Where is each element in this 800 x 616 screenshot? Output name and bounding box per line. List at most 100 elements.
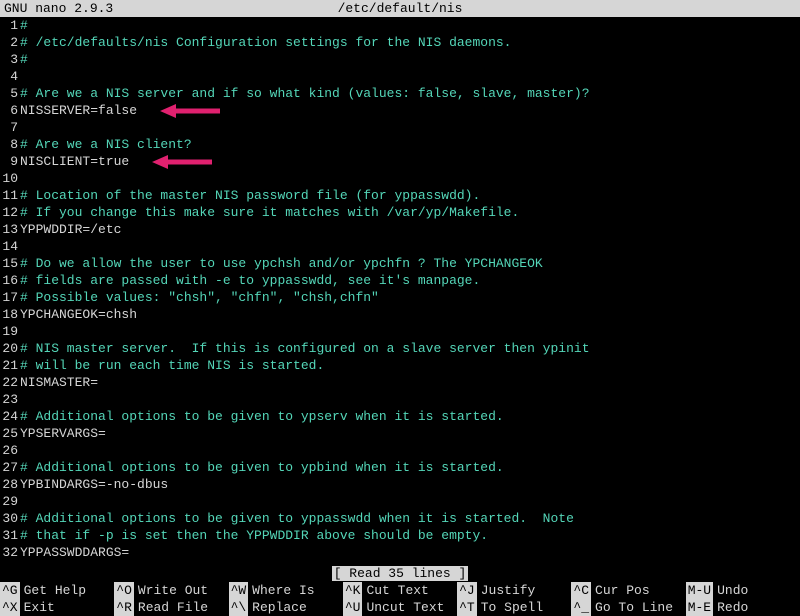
line-number: 26 xyxy=(0,442,18,459)
code-line[interactable]: # xyxy=(20,51,800,68)
line-number: 11 xyxy=(0,187,18,204)
code-line[interactable]: # /etc/defaults/nis Configuration settin… xyxy=(20,34,800,51)
code-line[interactable]: # Additional options to be given to ypse… xyxy=(20,408,800,425)
shortcut-label: Get Help xyxy=(24,582,86,599)
code-line[interactable]: # that if -p is set then the YPPWDDIR ab… xyxy=(20,527,800,544)
shortcut-label: To Spell xyxy=(481,599,543,616)
shortcut-item[interactable]: ^UUncut Text xyxy=(343,599,457,616)
line-number: 1 xyxy=(0,17,18,34)
line-number: 6 xyxy=(0,102,18,119)
title-right xyxy=(535,0,796,17)
shortcut-item[interactable]: M-UUndo xyxy=(686,582,800,599)
code-line[interactable] xyxy=(20,238,800,255)
code-line[interactable]: YPPWDDIR=/etc xyxy=(20,221,800,238)
code-line[interactable]: # Additional options to be given to ypbi… xyxy=(20,459,800,476)
shortcut-key: ^\ xyxy=(229,599,249,616)
shortcut-item[interactable]: ^RRead File xyxy=(114,599,228,616)
code-line[interactable] xyxy=(20,493,800,510)
code-line[interactable]: # Location of the master NIS password fi… xyxy=(20,187,800,204)
line-number: 30 xyxy=(0,510,18,527)
shortcut-item[interactable]: ^TTo Spell xyxy=(457,599,571,616)
shortcut-key: ^U xyxy=(343,599,363,616)
code-line[interactable]: # Are we a NIS client? xyxy=(20,136,800,153)
shortcut-label: Justify xyxy=(481,582,536,599)
shortcut-item[interactable]: ^\Replace xyxy=(229,599,343,616)
line-number: 4 xyxy=(0,68,18,85)
code-line[interactable] xyxy=(20,391,800,408)
shortcut-key: ^X xyxy=(0,599,20,616)
line-number: 16 xyxy=(0,272,18,289)
shortcut-label: Uncut Text xyxy=(366,599,444,616)
shortcut-key: ^J xyxy=(457,582,477,599)
shortcut-key: ^R xyxy=(114,599,134,616)
code-line[interactable] xyxy=(20,119,800,136)
line-number: 13 xyxy=(0,221,18,238)
code-line[interactable] xyxy=(20,170,800,187)
shortcut-label: Go To Line xyxy=(595,599,673,616)
shortcut-key: ^G xyxy=(0,582,20,599)
shortcut-item[interactable]: ^XExit xyxy=(0,599,114,616)
code-line[interactable]: # fields are passed with -e to yppasswdd… xyxy=(20,272,800,289)
code-line[interactable]: # Possible values: "chsh", "chfn", "chsh… xyxy=(20,289,800,306)
code-line[interactable]: # Do we allow the user to use ypchsh and… xyxy=(20,255,800,272)
shortcut-key: M-E xyxy=(686,599,713,616)
shortcut-item[interactable]: ^GGet Help xyxy=(0,582,114,599)
code-line[interactable]: # Additional options to be given to yppa… xyxy=(20,510,800,527)
shortcut-label: Undo xyxy=(717,582,748,599)
shortcut-bar: ^GGet Help^OWrite Out^WWhere Is^KCut Tex… xyxy=(0,582,800,616)
code-line[interactable]: NISSERVER=false xyxy=(20,102,800,119)
shortcut-item[interactable]: ^KCut Text xyxy=(343,582,457,599)
line-number: 20 xyxy=(0,340,18,357)
code-line[interactable] xyxy=(20,323,800,340)
shortcut-row: ^XExit^RRead File^\Replace^UUncut Text^T… xyxy=(0,599,800,616)
shortcut-item[interactable]: M-ERedo xyxy=(686,599,800,616)
line-number: 10 xyxy=(0,170,18,187)
line-number: 8 xyxy=(0,136,18,153)
line-number: 21 xyxy=(0,357,18,374)
line-number: 24 xyxy=(0,408,18,425)
shortcut-label: Redo xyxy=(717,599,748,616)
line-number: 29 xyxy=(0,493,18,510)
file-name: /etc/default/nis xyxy=(265,0,534,17)
line-number: 15 xyxy=(0,255,18,272)
code-line[interactable]: YPPASSWDDARGS= xyxy=(20,544,800,561)
line-number: 23 xyxy=(0,391,18,408)
shortcut-label: Cur Pos xyxy=(595,582,650,599)
code-line[interactable]: # Are we a NIS server and if so what kin… xyxy=(20,85,800,102)
line-number: 19 xyxy=(0,323,18,340)
line-number: 14 xyxy=(0,238,18,255)
line-number: 3 xyxy=(0,51,18,68)
code-line[interactable]: # will be run each time NIS is started. xyxy=(20,357,800,374)
line-number: 32 xyxy=(0,544,18,561)
code-line[interactable]: YPSERVARGS= xyxy=(20,425,800,442)
code-line[interactable]: YPBINDARGS=-no-dbus xyxy=(20,476,800,493)
shortcut-item[interactable]: ^OWrite Out xyxy=(114,582,228,599)
shortcut-item[interactable]: ^JJustify xyxy=(457,582,571,599)
code-line[interactable]: # NIS master server. If this is configur… xyxy=(20,340,800,357)
code-line[interactable] xyxy=(20,68,800,85)
code-line[interactable]: # xyxy=(20,17,800,34)
shortcut-key: ^T xyxy=(457,599,477,616)
status-message: [ Read 35 lines ] xyxy=(332,566,469,581)
shortcut-label: Where Is xyxy=(252,582,314,599)
code-line[interactable]: YPCHANGEOK=chsh xyxy=(20,306,800,323)
line-number: 28 xyxy=(0,476,18,493)
code-line[interactable]: NISMASTER= xyxy=(20,374,800,391)
shortcut-item[interactable]: ^CCur Pos xyxy=(571,582,685,599)
shortcut-item[interactable]: ^_Go To Line xyxy=(571,599,685,616)
line-number: 12 xyxy=(0,204,18,221)
line-number: 25 xyxy=(0,425,18,442)
shortcut-key: ^C xyxy=(571,582,591,599)
shortcut-item[interactable]: ^WWhere Is xyxy=(229,582,343,599)
status-bar: [ Read 35 lines ] xyxy=(0,565,800,582)
line-number: 2 xyxy=(0,34,18,51)
editor[interactable]: 1234567891011121314151617181920212223242… xyxy=(0,17,800,565)
shortcut-label: Read File xyxy=(138,599,208,616)
line-number: 31 xyxy=(0,527,18,544)
code-line[interactable]: NISCLIENT=true xyxy=(20,153,800,170)
line-number: 7 xyxy=(0,119,18,136)
editor-lines[interactable]: ## /etc/defaults/nis Configuration setti… xyxy=(20,17,800,565)
line-number: 18 xyxy=(0,306,18,323)
code-line[interactable]: # If you change this make sure it matche… xyxy=(20,204,800,221)
code-line[interactable] xyxy=(20,442,800,459)
